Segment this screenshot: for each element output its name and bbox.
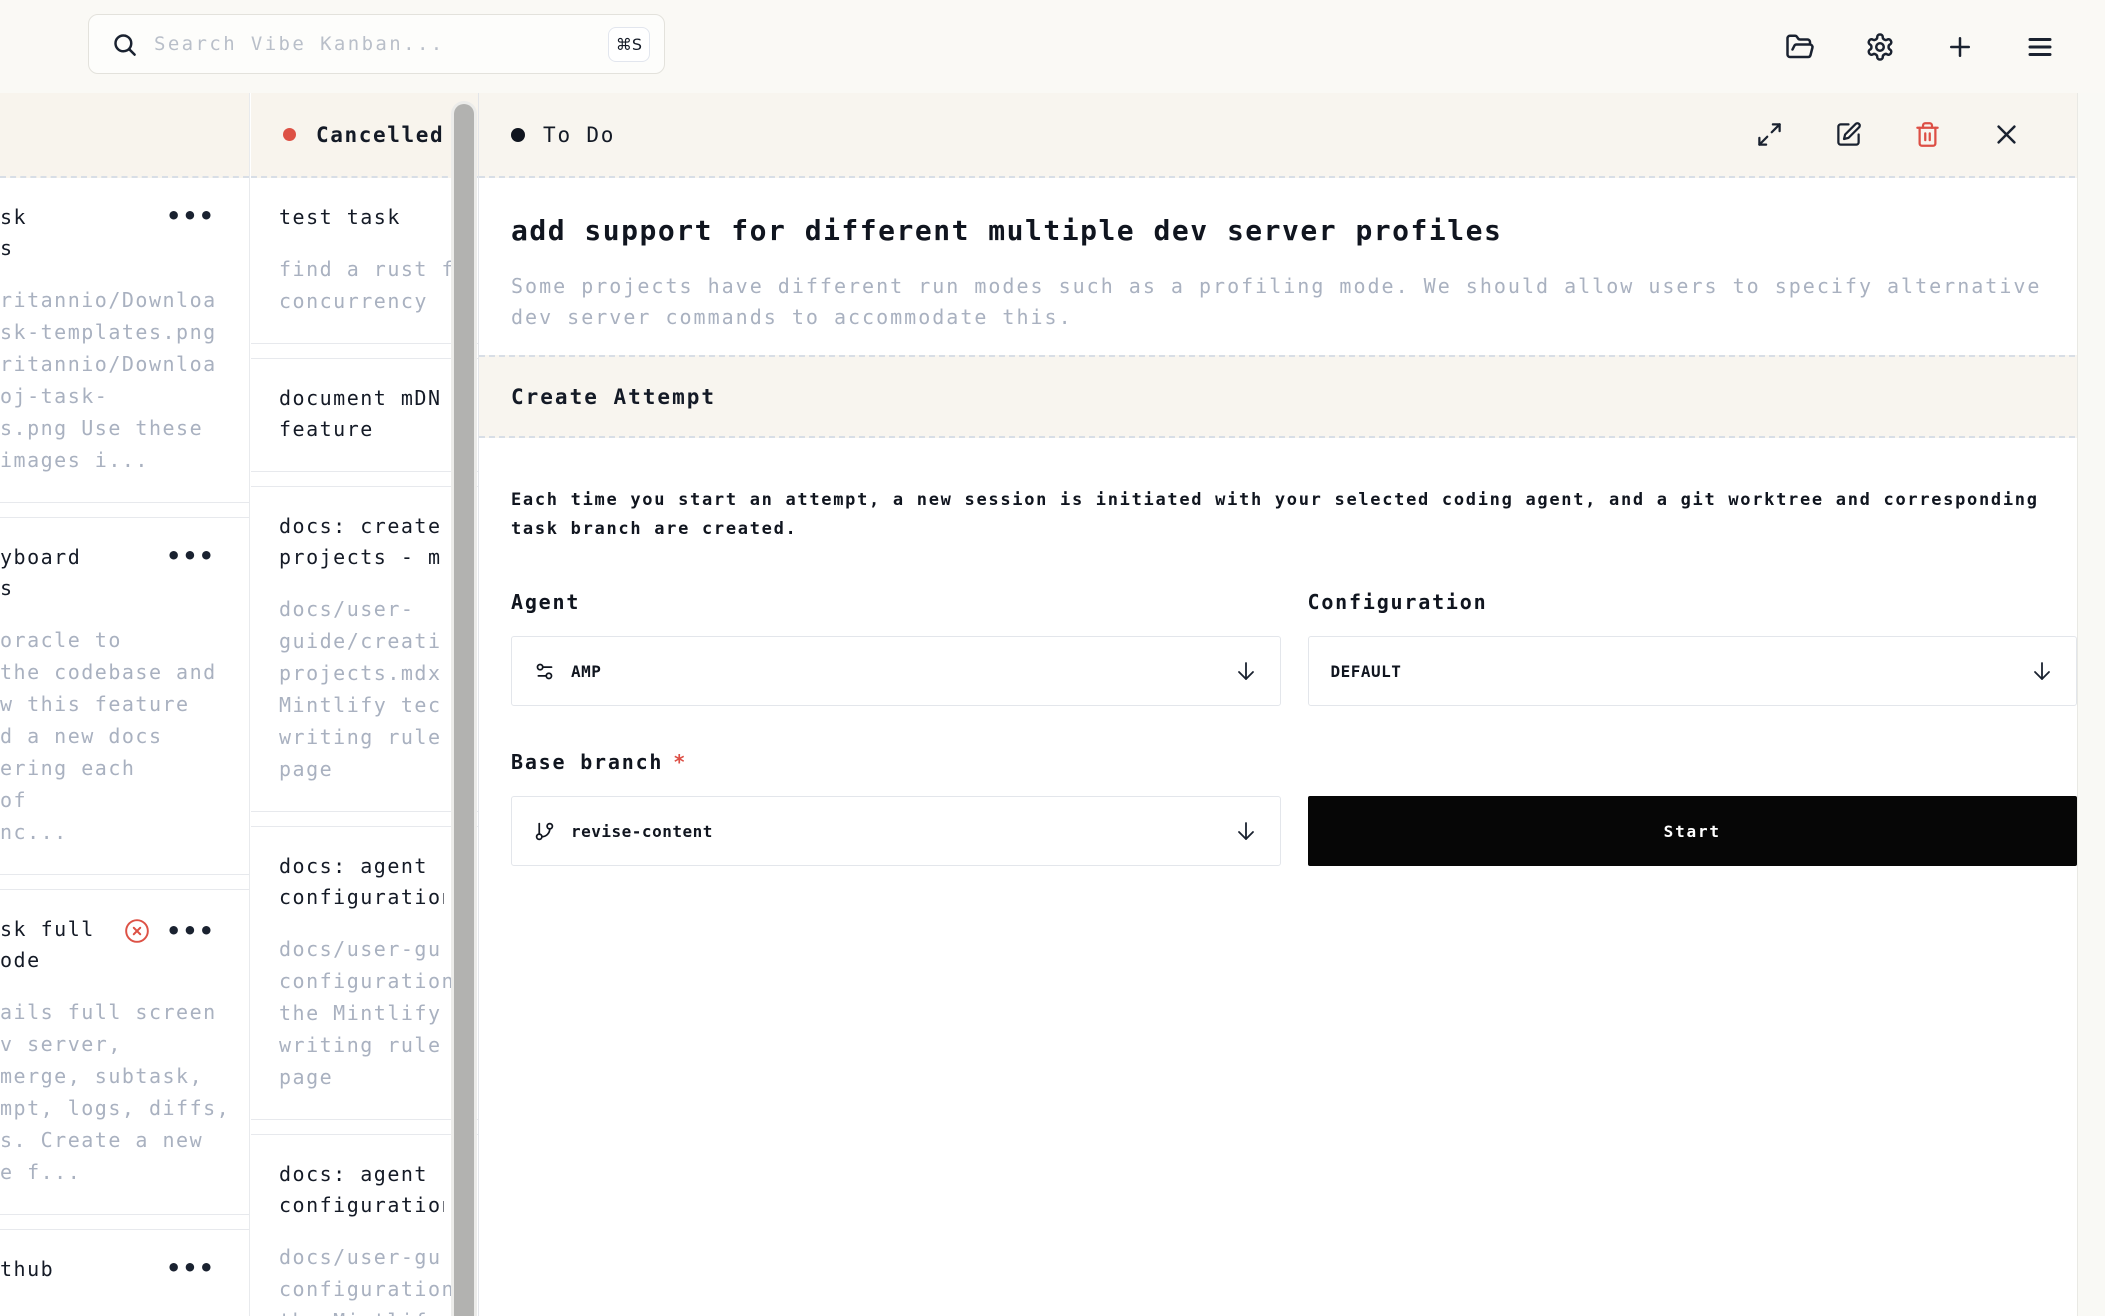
required-asterisk: * <box>673 750 688 774</box>
agent-value: AMP <box>571 661 602 681</box>
board-scrollbar-thumb[interactable] <box>454 104 474 1316</box>
task-card[interactable]: sk full ode ••• ails full screen v server,… <box>0 889 249 1215</box>
card-description: docs/user-guconfigurationthe Mintlifywri… <box>279 1245 456 1316</box>
kanban-column-left: sk s ••• ritannio/Downloa sk-templates.png… <box>0 93 250 1316</box>
task-status-label: To Do <box>543 122 616 147</box>
column-left-cards: sk s ••• ritannio/Downloa sk-templates.png… <box>0 178 249 1316</box>
menu-icon <box>2028 37 2052 56</box>
task-card[interactable]: sk s ••• ritannio/Downloa sk-templates.png… <box>0 178 249 503</box>
create-attempt-section-header: Create Attempt <box>479 355 2105 438</box>
task-detail-panel: To Do add support for different multiple… <box>478 93 2105 1316</box>
card-title: document mDN feature <box>279 386 442 441</box>
main-menu-button[interactable] <box>2025 32 2055 62</box>
chevron-down-icon <box>1237 822 1254 840</box>
task-detail-header: To Do <box>479 93 2105 178</box>
task-card[interactable]: test task find a rust f concurrency <box>251 178 478 344</box>
card-title: test task <box>279 205 401 229</box>
task-card[interactable]: docs: create projects - m docs/user-guide… <box>251 486 478 812</box>
start-attempt-button[interactable]: Start <box>1307 796 2077 866</box>
kanban-board: sk s ••• ritannio/Downloa sk-templates.png… <box>0 93 478 1316</box>
base-branch-value: revise-content <box>571 821 713 841</box>
task-card[interactable]: document mDN feature <box>251 358 478 472</box>
agent-sliders-icon <box>536 663 553 679</box>
task-title: add support for different multiple dev s… <box>511 214 1503 247</box>
expand-button[interactable] <box>1756 121 1783 148</box>
card-description: ails full screen v server, merge, subtask,… <box>0 1000 231 1184</box>
folder-open-icon <box>1786 34 1814 58</box>
task-detail-actions <box>1756 121 2020 148</box>
edit-icon <box>1837 122 1861 146</box>
agent-select[interactable]: AMP <box>511 636 1281 706</box>
settings-button[interactable] <box>1865 32 1895 62</box>
task-card[interactable]: yboard s ••• oracle to the codebase and w t… <box>0 517 249 875</box>
cancelled-status-dot <box>283 128 296 141</box>
card-title: yboard s <box>0 545 82 600</box>
task-summary-section: add support for different multiple dev s… <box>479 178 2105 355</box>
card-description: oracle to the codebase and w this feature d… <box>0 628 217 844</box>
column-left-header <box>0 93 249 178</box>
card-title: docs: agent configuration <box>279 1162 444 1217</box>
search-shortcut-badge: ⌘S <box>608 26 650 62</box>
edit-task-button[interactable] <box>1835 121 1862 148</box>
todo-status-dot <box>511 127 525 142</box>
column-cancelled-cards: test task find a rust f concurrency docum… <box>251 178 478 1316</box>
kanban-column-cancelled: Cancelled test task find a rust f concurr… <box>251 93 478 1316</box>
card-menu-button[interactable]: ••• <box>166 1256 215 1280</box>
configuration-value: DEFAULT <box>1330 661 1402 681</box>
column-cancelled-title: Cancelled <box>316 122 445 147</box>
card-title: thub <box>0 1257 55 1281</box>
search-placeholder: Search Vibe Kanban... <box>154 33 445 55</box>
create-attempt-body: Each time you start an attempt, a new se… <box>479 438 2105 866</box>
topbar: Search Vibe Kanban... ⌘S <box>0 0 2105 93</box>
delete-task-button[interactable] <box>1914 121 1941 148</box>
card-description: find a rust f concurrency <box>279 257 456 313</box>
panel-scrollbar-gutter[interactable] <box>2077 93 2105 1316</box>
card-menu-button[interactable]: ••• <box>166 204 215 228</box>
git-branch-icon <box>535 822 554 840</box>
close-panel-button[interactable] <box>1993 121 2020 148</box>
cancelled-status-icon <box>124 918 150 944</box>
expand-icon <box>1758 123 1781 146</box>
attempt-form: Agent Configuration AMP DEFAULT Base bra… <box>511 590 2077 866</box>
attempt-info-text: Each time you start an attempt, a new se… <box>511 490 2039 539</box>
chevron-down-icon <box>2034 662 2050 680</box>
configuration-select[interactable]: DEFAULT <box>1307 636 2077 706</box>
card-title: sk full ode <box>0 917 95 972</box>
trash-icon <box>1916 122 1939 147</box>
search-icon <box>114 33 136 56</box>
topbar-actions <box>1785 0 2055 93</box>
card-menu-button[interactable]: ••• <box>166 544 215 568</box>
card-menu-button[interactable]: ••• <box>166 919 215 943</box>
plus-icon <box>1950 36 1970 57</box>
base-branch-select[interactable]: revise-content <box>511 796 1281 866</box>
card-title: sk s <box>0 205 28 260</box>
create-attempt-title: Create Attempt <box>511 384 717 409</box>
card-description: ritannio/Downloa sk-templates.png ritannio… <box>0 288 217 472</box>
search-input[interactable]: Search Vibe Kanban... ⌘S <box>88 14 665 74</box>
close-icon <box>1997 125 2016 144</box>
configuration-label: Configuration <box>1307 590 1488 614</box>
add-task-button[interactable] <box>1945 32 1975 62</box>
card-description: cs page <box>0 1305 249 1316</box>
open-project-button[interactable] <box>1785 32 1815 62</box>
agent-label: Agent <box>511 590 581 614</box>
chevron-down-icon <box>1237 662 1254 680</box>
card-description: docs/user-guide/creati projects.mdx Mintli… <box>279 597 442 781</box>
column-cancelled-header: Cancelled <box>251 93 478 178</box>
card-title: docs: agent configuration <box>279 854 444 909</box>
base-branch-label: Base branch * <box>511 750 688 774</box>
task-description: Some projects have different run modes s… <box>511 274 2042 329</box>
task-card[interactable]: thub ••• cs page <box>0 1229 249 1316</box>
task-card[interactable]: docs: agent configuration docs/user-gu con… <box>251 826 478 1120</box>
card-description: docs/user-guconfigurationthe Mintlifywri… <box>279 937 456 1089</box>
task-card[interactable]: docs: agent configuration docs/user-gu con… <box>251 1134 478 1316</box>
settings-gear-icon <box>1867 32 1893 61</box>
card-title: docs: create projects - m <box>279 514 442 569</box>
